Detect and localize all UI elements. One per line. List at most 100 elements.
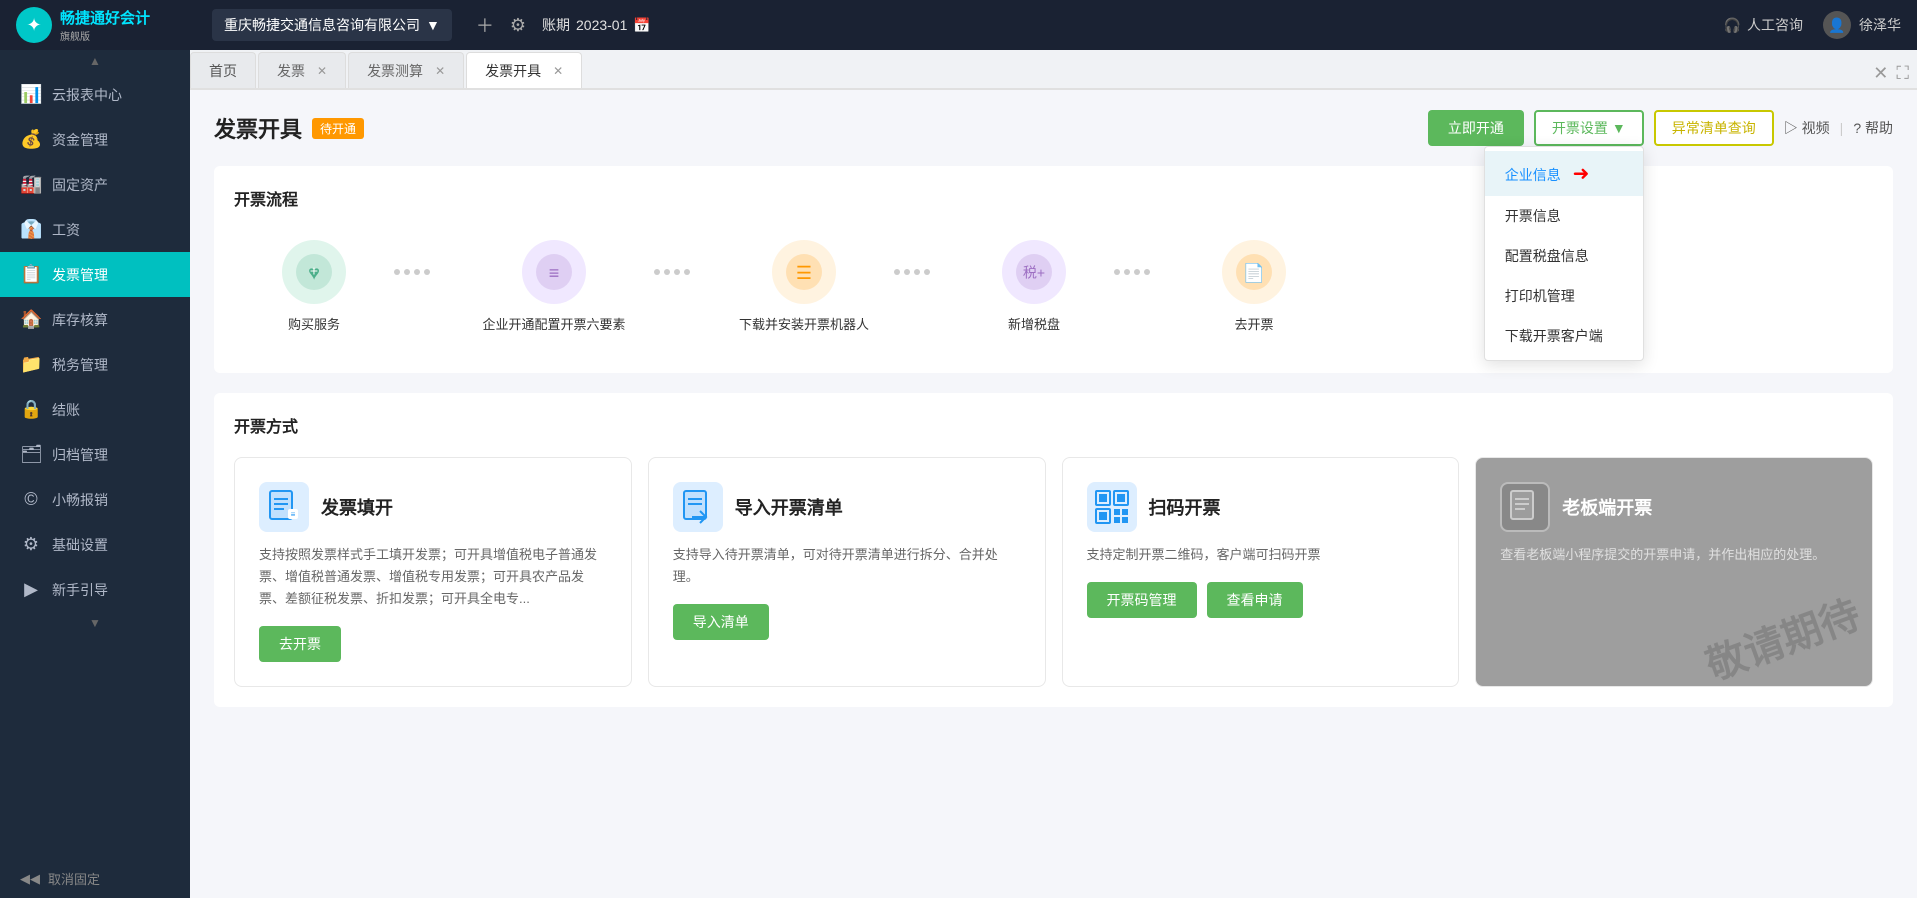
card-import-btn[interactable]: 导入清单 — [673, 604, 769, 640]
sidebar-item-salary[interactable]: 👔 工资 — [0, 207, 190, 252]
consultant-label: 人工咨询 — [1747, 15, 1803, 35]
sidebar-label: 工资 — [52, 220, 80, 240]
dropdown-item-invoice-info[interactable]: 开票信息 — [1485, 196, 1643, 236]
logo-main: 畅捷通好会计 — [60, 7, 150, 28]
card-qr-title: 扫码开票 — [1149, 494, 1221, 520]
card-qr-btn2[interactable]: 查看申请 — [1207, 582, 1303, 618]
card-qr: 扫码开票 支持定制开票二维码，客户端可扫码开票 开票码管理 查看申请 — [1062, 457, 1460, 687]
cloud-report-icon: 📊 — [20, 84, 42, 105]
sidebar-label: 基础设置 — [52, 535, 108, 555]
sidebar-scroll-down[interactable]: ▼ — [0, 612, 190, 634]
tab-expand-btn[interactable]: ⛶ — [1896, 63, 1909, 84]
tab-invoice-open-close[interactable]: ✕ — [553, 64, 563, 78]
dropdown-printer-label: 打印机管理 — [1505, 288, 1575, 304]
flow-step-label-2: 企业开通配置开票六要素 — [482, 314, 625, 333]
card-boss-desc: 查看老板端小程序提交的开票申请，并作出相应的处理。 — [1500, 544, 1848, 566]
card-boss-header: 老板端开票 — [1500, 482, 1848, 532]
card-manual-header: ≡ 发票填开 — [259, 482, 607, 532]
settings-icon: ⚙ — [20, 534, 42, 555]
flow-step-icon-3: ☰ — [772, 240, 836, 304]
avatar: 👤 — [1823, 11, 1851, 39]
activate-button[interactable]: 立即开通 — [1428, 110, 1524, 146]
help-label: 帮助 — [1865, 120, 1893, 136]
logo-icon: ✦ — [16, 7, 52, 43]
page-header: 发票开具 待开通 立即开通 开票设置 ▼ 企业信息 ➜ — [214, 110, 1893, 146]
connector-4 — [1114, 269, 1174, 275]
page-title-area: 发票开具 待开通 — [214, 112, 364, 144]
flow-step-3: ☰ 下载并安装开票机器人 — [714, 240, 894, 333]
flow-step-icon-4: 税+ — [1002, 240, 1066, 304]
connector-3 — [894, 269, 954, 275]
flow-step-icon-2: ≡ — [522, 240, 586, 304]
settings-button[interactable]: 开票设置 ▼ — [1534, 110, 1644, 146]
sidebar-item-tax[interactable]: 📁 税务管理 — [0, 342, 190, 387]
settings-label: 开票设置 — [1552, 118, 1608, 138]
sidebar-scroll-up[interactable]: ▲ — [0, 50, 190, 72]
tab-home[interactable]: 首页 — [190, 52, 256, 88]
dropdown-icon: ▼ — [426, 17, 440, 33]
query-button[interactable]: 异常清单查询 — [1654, 110, 1774, 146]
close-account-icon: 🔒 — [20, 399, 42, 420]
sidebar-item-cloud-report[interactable]: 📊 云报表中心 — [0, 72, 190, 117]
flow-step-label-3: 下载并安装开票机器人 — [739, 314, 869, 333]
svg-text:税+: 税+ — [1023, 265, 1045, 281]
settings-dropdown: 企业信息 ➜ 开票信息 配置税盘信息 打印机管理 下 — [1484, 146, 1644, 361]
sidebar-item-finance[interactable]: 💰 资金管理 — [0, 117, 190, 162]
user-area[interactable]: 👤 徐泽华 — [1823, 11, 1901, 39]
svg-text:☰: ☰ — [796, 263, 812, 283]
flow-step-label-5: 去开票 — [1234, 314, 1273, 333]
dropdown-item-company[interactable]: 企业信息 ➜ — [1485, 151, 1643, 196]
flow-step-1: ♥ + 购买服务 — [234, 240, 394, 333]
connector-2 — [654, 269, 714, 275]
card-import-header: 导入开票清单 — [673, 482, 1021, 532]
card-import: 导入开票清单 支持导入待开票清单，可对待开票清单进行拆分、合并处理。 导入清单 — [648, 457, 1046, 687]
invoice-icon: 📋 — [20, 264, 42, 285]
sidebar-item-close-account[interactable]: 🔒 结账 — [0, 387, 190, 432]
dropdown-item-download[interactable]: 下载开票客户端 — [1485, 316, 1643, 356]
tab-invoice-close[interactable]: ✕ — [317, 64, 327, 78]
sidebar-item-inventory[interactable]: 🏠 库存核算 — [0, 297, 190, 342]
sidebar-label: 税务管理 — [52, 355, 108, 375]
svg-text:+: + — [310, 263, 318, 279]
card-manual-btn[interactable]: 去开票 — [259, 626, 341, 662]
help-button[interactable]: ? 帮助 — [1853, 118, 1893, 138]
dropdown-item-tax-config[interactable]: 配置税盘信息 — [1485, 236, 1643, 276]
dropdown-item-printer[interactable]: 打印机管理 — [1485, 276, 1643, 316]
company-selector[interactable]: 重庆畅捷交通信息咨询有限公司 ▼ — [212, 9, 452, 41]
video-button[interactable]: ▷ 视频 — [1784, 118, 1830, 138]
sidebar-pin-btn[interactable]: ◀◀ 取消固定 — [0, 859, 190, 898]
page-actions: 立即开通 开票设置 ▼ 企业信息 ➜ 开票信息 — [1428, 110, 1893, 146]
add-button[interactable]: ＋ — [476, 12, 494, 38]
consultant-btn[interactable]: 🎧 人工咨询 — [1724, 15, 1803, 35]
sidebar-item-guide[interactable]: ▶ 新手引导 — [0, 567, 190, 612]
sidebar-label: 小畅报销 — [52, 490, 108, 510]
sidebar-item-fixed-assets[interactable]: 🏭 固定资产 — [0, 162, 190, 207]
sidebar-item-invoice[interactable]: 📋 发票管理 — [0, 252, 190, 297]
tab-close-btn[interactable]: ✕ — [1873, 63, 1888, 84]
svg-text:≡: ≡ — [291, 510, 296, 519]
tab-invoice[interactable]: 发票 ✕ — [258, 52, 346, 88]
tab-bar: 首页 发票 ✕ 发票测算 ✕ 发票开具 ✕ ✕ ⛶ — [190, 50, 1917, 90]
tax-icon: 📁 — [20, 354, 42, 375]
logo-area: ✦ 畅捷通好会计 旗舰版 — [16, 7, 196, 43]
card-qr-desc: 支持定制开票二维码，客户端可扫码开票 — [1087, 544, 1435, 566]
tab-invoice-calc-close[interactable]: ✕ — [435, 64, 445, 78]
headset-icon: 🎧 — [1724, 17, 1741, 34]
tab-invoice-calc[interactable]: 发票测算 ✕ — [348, 52, 464, 88]
pin-icon: ◀◀ — [20, 871, 40, 887]
sidebar-label: 新手引导 — [52, 580, 108, 600]
sidebar-item-archive[interactable]: 🗂 归档管理 — [0, 432, 190, 477]
card-manual-icon: ≡ — [259, 482, 309, 532]
tab-invoice-open[interactable]: 发票开具 ✕ — [466, 52, 582, 88]
calendar-icon[interactable]: 📅 — [633, 17, 650, 34]
svg-text:≡: ≡ — [549, 263, 560, 283]
sidebar-item-settings[interactable]: ⚙ 基础设置 — [0, 522, 190, 567]
sidebar-label: 固定资产 — [52, 175, 108, 195]
flow-step-5: 📄 去开票 — [1174, 240, 1334, 333]
connector-1 — [394, 269, 454, 275]
sidebar-item-expense[interactable]: © 小畅报销 — [0, 477, 190, 522]
card-qr-btn1[interactable]: 开票码管理 — [1087, 582, 1197, 618]
settings-button[interactable]: ⚙ — [510, 15, 526, 36]
video-label: 视频 — [1802, 120, 1830, 136]
tab-invoice-open-label: 发票开具 — [485, 61, 541, 81]
